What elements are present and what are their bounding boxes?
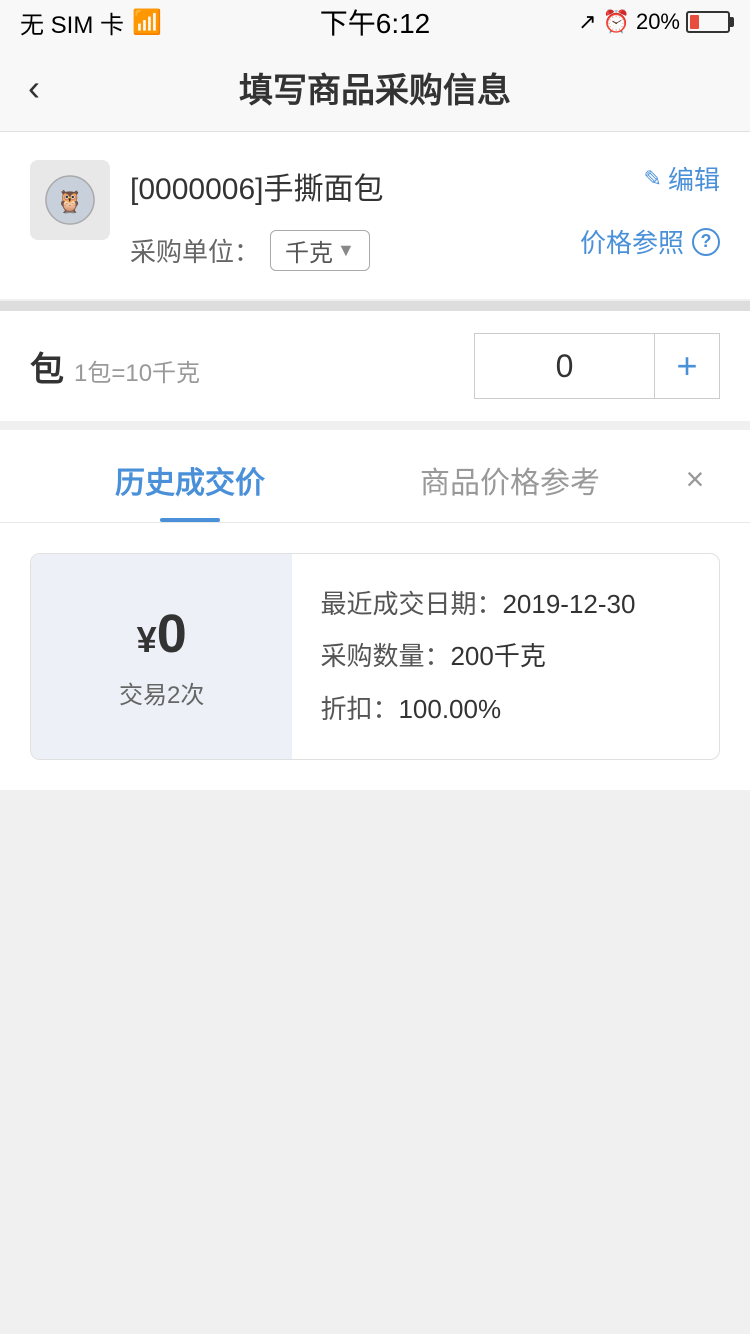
- location-icon: ↗: [578, 9, 596, 35]
- status-right: ↗ ⏰ 20%: [578, 9, 730, 35]
- quantity-conversion: 1包=10千克: [74, 353, 200, 388]
- main-content: 历史成交价 商品价格参考 × ¥0 交易2次 最近成交日期：2019-12-30: [0, 430, 750, 1130]
- alarm-icon: ⏰: [603, 9, 630, 35]
- unit-label: 采购单位：: [130, 232, 260, 269]
- status-left: 无 SIM 卡 📶: [20, 5, 162, 40]
- tabs-panel: 历史成交价 商品价格参考 × ¥0 交易2次 最近成交日期：2019-12-30: [0, 430, 750, 790]
- unit-dropdown[interactable]: 千克 ▼: [270, 230, 370, 271]
- product-thumbnail: 🦉: [30, 160, 110, 240]
- purchase-qty-value: 200千克: [450, 641, 545, 671]
- quantity-plus-button[interactable]: +: [654, 333, 720, 399]
- carrier-text: 无 SIM 卡: [20, 5, 124, 40]
- edit-label: 编辑: [668, 160, 720, 197]
- tab-content-history: ¥0 交易2次 最近成交日期：2019-12-30 采购数量：200千克 折扣：…: [0, 523, 750, 790]
- price-reference-button[interactable]: 价格参照 ?: [580, 223, 720, 260]
- product-actions: ✎ 编辑 价格参照 ?: [580, 160, 720, 260]
- product-text-info: [0000006]手撕面包 采购单位： 千克 ▼: [130, 160, 383, 271]
- quantity-input[interactable]: [475, 334, 654, 398]
- price-amount: ¥0: [137, 603, 187, 665]
- purchase-qty-label: 采购数量：: [320, 641, 450, 671]
- price-card-left: ¥0 交易2次: [31, 554, 292, 759]
- price-card-right: 最近成交日期：2019-12-30 采购数量：200千克 折扣：100.00%: [292, 554, 719, 759]
- product-card: 🦉 [0000006]手撕面包 采购单位： 千克 ▼ ✎ 编辑: [0, 132, 750, 299]
- product-info: 🦉 [0000006]手撕面包 采购单位： 千克 ▼: [30, 160, 383, 271]
- status-bar: 无 SIM 卡 📶 下午6:12 ↗ ⏰ 20%: [0, 0, 750, 44]
- info-circle-icon: ?: [692, 228, 720, 256]
- price-value: 0: [157, 604, 187, 664]
- tabs-header: 历史成交价 商品价格参考 ×: [0, 430, 750, 523]
- svg-text:🦉: 🦉: [56, 189, 83, 214]
- quantity-controls: +: [474, 333, 720, 399]
- tab-price-reference[interactable]: 商品价格参考: [350, 430, 670, 522]
- tab-history-price[interactable]: 历史成交价: [30, 430, 350, 522]
- back-button[interactable]: ‹: [28, 67, 40, 109]
- recent-date-label: 最近成交日期：: [320, 589, 502, 619]
- product-logo-icon: 🦉: [44, 174, 96, 226]
- recent-date-value: 2019-12-30: [502, 589, 635, 619]
- quantity-label: 包 1包=10千克: [30, 342, 200, 391]
- dropdown-arrow-icon: ▼: [337, 240, 355, 261]
- trade-count: 交易2次: [119, 675, 204, 710]
- battery-icon: [686, 11, 730, 33]
- currency-symbol: ¥: [137, 619, 157, 660]
- discount-label: 折扣：: [320, 694, 398, 724]
- tabs-close-button[interactable]: ×: [670, 454, 720, 504]
- discount-row: 折扣：100.00%: [320, 691, 691, 727]
- unit-value: 千克: [285, 233, 333, 268]
- edit-button[interactable]: ✎ 编辑: [644, 160, 720, 197]
- product-top-row: 🦉 [0000006]手撕面包 采购单位： 千克 ▼ ✎ 编辑: [30, 160, 720, 271]
- status-time: 下午6:12: [320, 2, 431, 42]
- battery-percent: 20%: [636, 9, 680, 35]
- quantity-row: 包 1包=10千克 +: [0, 311, 750, 422]
- price-ref-label: 价格参照: [580, 223, 684, 260]
- nav-bar: ‹ 填写商品采购信息: [0, 44, 750, 132]
- edit-icon: ✎: [644, 166, 662, 192]
- product-name: [0000006]手撕面包: [130, 164, 383, 208]
- discount-value: 100.00%: [398, 694, 501, 724]
- recent-date-row: 最近成交日期：2019-12-30: [320, 586, 691, 622]
- section-divider: [0, 301, 750, 311]
- purchase-qty-row: 采购数量：200千克: [320, 638, 691, 674]
- quantity-unit: 包: [30, 342, 64, 391]
- quantity-input-wrapper: [474, 333, 654, 399]
- product-unit-row: 采购单位： 千克 ▼: [130, 230, 383, 271]
- wifi-icon: 📶: [132, 8, 162, 37]
- page-title: 填写商品采购信息: [239, 63, 511, 112]
- price-card: ¥0 交易2次 最近成交日期：2019-12-30 采购数量：200千克 折扣：…: [30, 553, 720, 760]
